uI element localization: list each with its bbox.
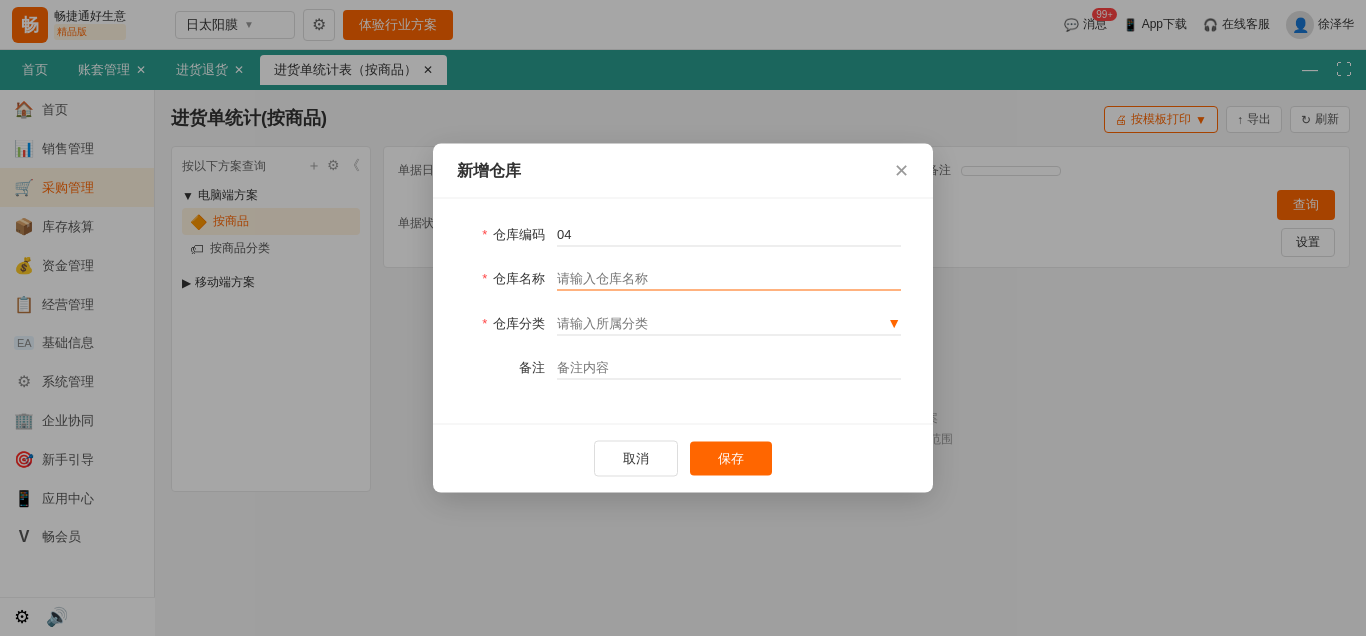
code-label: * 仓库编码 [465,226,545,244]
category-arrow-icon: ▼ [887,315,901,331]
code-required-star: * [482,227,487,242]
note-label: 备注 [465,359,545,377]
cancel-button[interactable]: 取消 [594,441,678,477]
new-warehouse-modal: 新增仓库 ✕ * 仓库编码 * 仓库名称 * 仓库分类 [433,144,933,493]
save-button[interactable]: 保存 [690,442,772,476]
note-input[interactable] [557,356,901,380]
modal-close-button[interactable]: ✕ [894,160,909,182]
code-input[interactable] [557,223,901,247]
modal-footer: 取消 保存 [433,424,933,493]
code-form-row: * 仓库编码 [465,223,901,247]
category-input[interactable] [557,315,887,330]
modal-header: 新增仓库 ✕ [433,144,933,199]
category-select[interactable]: ▼ [557,311,901,336]
note-form-row: 备注 [465,356,901,380]
name-form-row: * 仓库名称 [465,267,901,291]
name-label: * 仓库名称 [465,270,545,288]
name-input[interactable] [557,267,901,291]
modal-title: 新增仓库 [457,160,521,181]
modal-body: * 仓库编码 * 仓库名称 * 仓库分类 ▼ [433,199,933,424]
category-form-row: * 仓库分类 ▼ [465,311,901,336]
name-required-star: * [482,271,487,286]
category-required-star: * [482,315,487,330]
category-label: * 仓库分类 [465,314,545,332]
